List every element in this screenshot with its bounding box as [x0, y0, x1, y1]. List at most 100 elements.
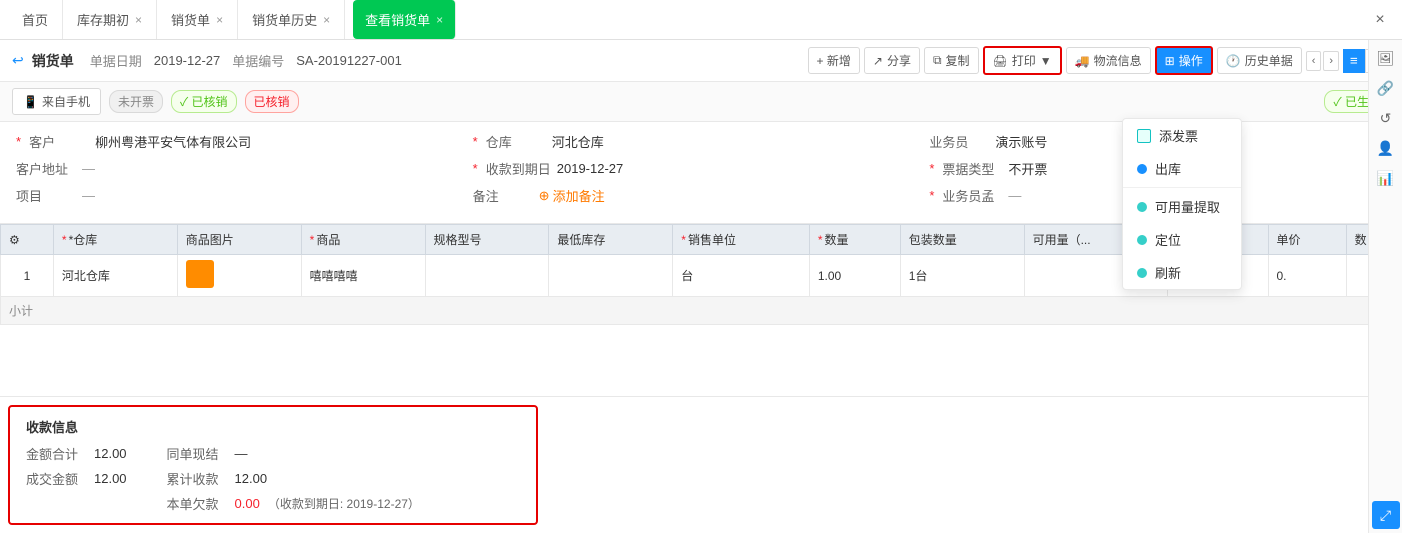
print-dropdown-icon: ▼	[1040, 54, 1052, 68]
col-unit-price: 单价	[1268, 225, 1346, 255]
payment-col-right: 同单现结 — 累计收款 12.00 本单欠款 0.00 （收款到期日: 2019…	[167, 444, 420, 513]
tab-sales-order[interactable]: 销货单 ×	[157, 0, 238, 39]
dropdown-menu: 添发票 出库 可用量提取 定位 刷新	[1122, 118, 1242, 290]
user-icon-btn[interactable]: 👤	[1372, 134, 1400, 162]
staff2-value: —	[1008, 188, 1021, 203]
refresh-icon-btn[interactable]: ↺	[1372, 104, 1400, 132]
product-image	[186, 260, 214, 288]
tab-view-sales[interactable]: 查看销货单 ×	[353, 0, 456, 39]
row-product: 嘻嘻嘻嘻	[301, 255, 425, 297]
deal-amount-row: 成交金额 12.00	[26, 469, 127, 488]
tab-close-inventory[interactable]: ×	[135, 13, 142, 27]
logistics-icon: 🚚	[1075, 54, 1090, 68]
list-view-btn[interactable]: ≡	[1343, 49, 1365, 73]
note-field: 备注 ⊕ 添加备注	[473, 186, 930, 205]
doc-meta: 单据日期 2019-12-27 单据编号 SA-20191227-001	[90, 51, 402, 70]
dropdown-locate[interactable]: 定位	[1123, 223, 1241, 256]
date-label: 单据日期	[90, 51, 142, 70]
project-field: 项目 —	[16, 186, 473, 205]
customer-value: 柳州粤港平安气体有限公司	[95, 132, 251, 151]
tab-home[interactable]: 首页	[8, 0, 63, 39]
row-no: 1	[1, 255, 54, 297]
doc-title-area: ↩ 销货单	[12, 51, 74, 71]
current-due-row: 本单欠款 0.00 （收款到期日: 2019-12-27）	[167, 494, 420, 513]
new-button[interactable]: + 新增	[808, 47, 860, 74]
quantity-extract-dot-icon	[1137, 202, 1147, 212]
from-phone-button[interactable]: 📱 来自手机	[12, 88, 101, 115]
deal-amount-value: 12.00	[94, 471, 127, 486]
amount-total-row: 金额合计 12.00	[26, 444, 127, 463]
add-note-button[interactable]: ⊕ 添加备注	[539, 186, 605, 205]
tab-close-history[interactable]: ×	[323, 13, 330, 27]
address-value: —	[82, 161, 95, 176]
col-gear: ⚙	[1, 225, 54, 255]
print-button[interactable]: 🖨 打印 ▼	[983, 46, 1062, 75]
col-product: *商品	[301, 225, 425, 255]
col-spec: 规格型号	[425, 225, 549, 255]
warehouse-value: 河北仓库	[552, 132, 604, 151]
due-date-note: （收款到期日: 2019-12-27）	[268, 495, 420, 512]
outbound-dot-icon	[1137, 164, 1147, 174]
col-warehouse: **仓库	[53, 225, 177, 255]
next-button[interactable]: ›	[1323, 51, 1339, 71]
prev-button[interactable]: ‹	[1306, 51, 1322, 71]
col-qty: *数量	[809, 225, 900, 255]
dropdown-outbound[interactable]: 出库	[1123, 152, 1241, 185]
col-product-img: 商品图片	[177, 225, 301, 255]
payment-rows: 金额合计 12.00 成交金额 12.00 同单现结 —	[26, 444, 520, 513]
payment-col-left: 金额合计 12.00 成交金额 12.00	[26, 444, 127, 513]
operation-button[interactable]: ⊞ 操作	[1155, 46, 1213, 75]
due-date-field: * 收款到期日 2019-12-27	[473, 159, 930, 178]
doc-title: 销货单	[32, 51, 74, 71]
current-due-value: 0.00	[235, 496, 260, 511]
action-bar: 📱 来自手机 未开票 ✓ 已核销 已核销 ✓ 已生效	[0, 82, 1402, 122]
phone-icon: 📱	[23, 95, 38, 109]
row-spec	[425, 255, 549, 297]
nav-arrows: ‹ ›	[1306, 51, 1339, 71]
row-qty: 1.00	[809, 255, 900, 297]
row-warehouse: 河北仓库	[53, 255, 177, 297]
dropdown-quantity-extract[interactable]: 可用量提取	[1123, 190, 1241, 223]
expand-icon-btn[interactable]: ⤢	[1372, 501, 1400, 529]
payment-info: 收款信息 金额合计 12.00 成交金额 12.00	[8, 405, 538, 525]
ticket-type-value: 不开票	[1008, 159, 1047, 178]
share-button[interactable]: ↗ 分享	[864, 47, 920, 74]
address-field: 客户地址 —	[16, 159, 473, 178]
row-sales-unit: 台	[673, 255, 810, 297]
col-pack-qty: 包装数量	[900, 225, 1024, 255]
tab-close-sales[interactable]: ×	[216, 13, 223, 27]
copy-button[interactable]: ⧉ 复制	[924, 47, 979, 74]
doc-icon: ↩	[12, 52, 24, 69]
sold-badge: 已核销	[245, 90, 299, 113]
bottom-section: 收款信息 金额合计 12.00 成交金额 12.00	[0, 396, 1402, 533]
project-value: —	[82, 188, 95, 203]
dropdown-add-invoice[interactable]: 添发票	[1123, 119, 1241, 152]
window-close-button[interactable]: ×	[1366, 6, 1394, 34]
tab-sales-history[interactable]: 销货单历史 ×	[238, 0, 345, 39]
history-button[interactable]: 🕐 历史单据	[1217, 47, 1302, 74]
data-icon-btn[interactable]: 📊	[1372, 164, 1400, 192]
staff-value: 演示账号	[995, 132, 1047, 151]
row-product-img	[177, 255, 301, 297]
tab-close-view-sales[interactable]: ×	[436, 13, 443, 27]
col-sales-unit: *销售单位	[673, 225, 810, 255]
number-value: SA-20191227-001	[296, 53, 402, 68]
number-label: 单据编号	[232, 51, 284, 70]
toolbar-right: + 新增 ↗ 分享 ⧉ 复制 🖨 打印 ▼ 🚚 物流信息	[808, 46, 1390, 75]
plus-icon: ⊕	[539, 188, 550, 204]
image-icon-btn[interactable]: 🖼	[1372, 44, 1400, 72]
date-value: 2019-12-27	[154, 53, 221, 68]
amount-total-value: 12.00	[94, 446, 127, 461]
link-icon-btn[interactable]: 🔗	[1372, 74, 1400, 102]
not-open-badge: 未开票	[109, 90, 163, 113]
print-icon: 🖨	[993, 54, 1008, 68]
dropdown-refresh[interactable]: 刷新	[1123, 256, 1241, 289]
logistics-button[interactable]: 🚚 物流信息	[1066, 47, 1151, 74]
cumulative-collect-value: 12.00	[235, 471, 268, 486]
operation-icon: ⊞	[1165, 54, 1175, 68]
row-pack-qty: 1台	[900, 255, 1024, 297]
tab-inventory-init[interactable]: 库存期初 ×	[63, 0, 157, 39]
copy-icon: ⧉	[933, 53, 942, 68]
share-icon: ↗	[873, 54, 883, 68]
gear-icon: ⚙	[9, 233, 20, 247]
